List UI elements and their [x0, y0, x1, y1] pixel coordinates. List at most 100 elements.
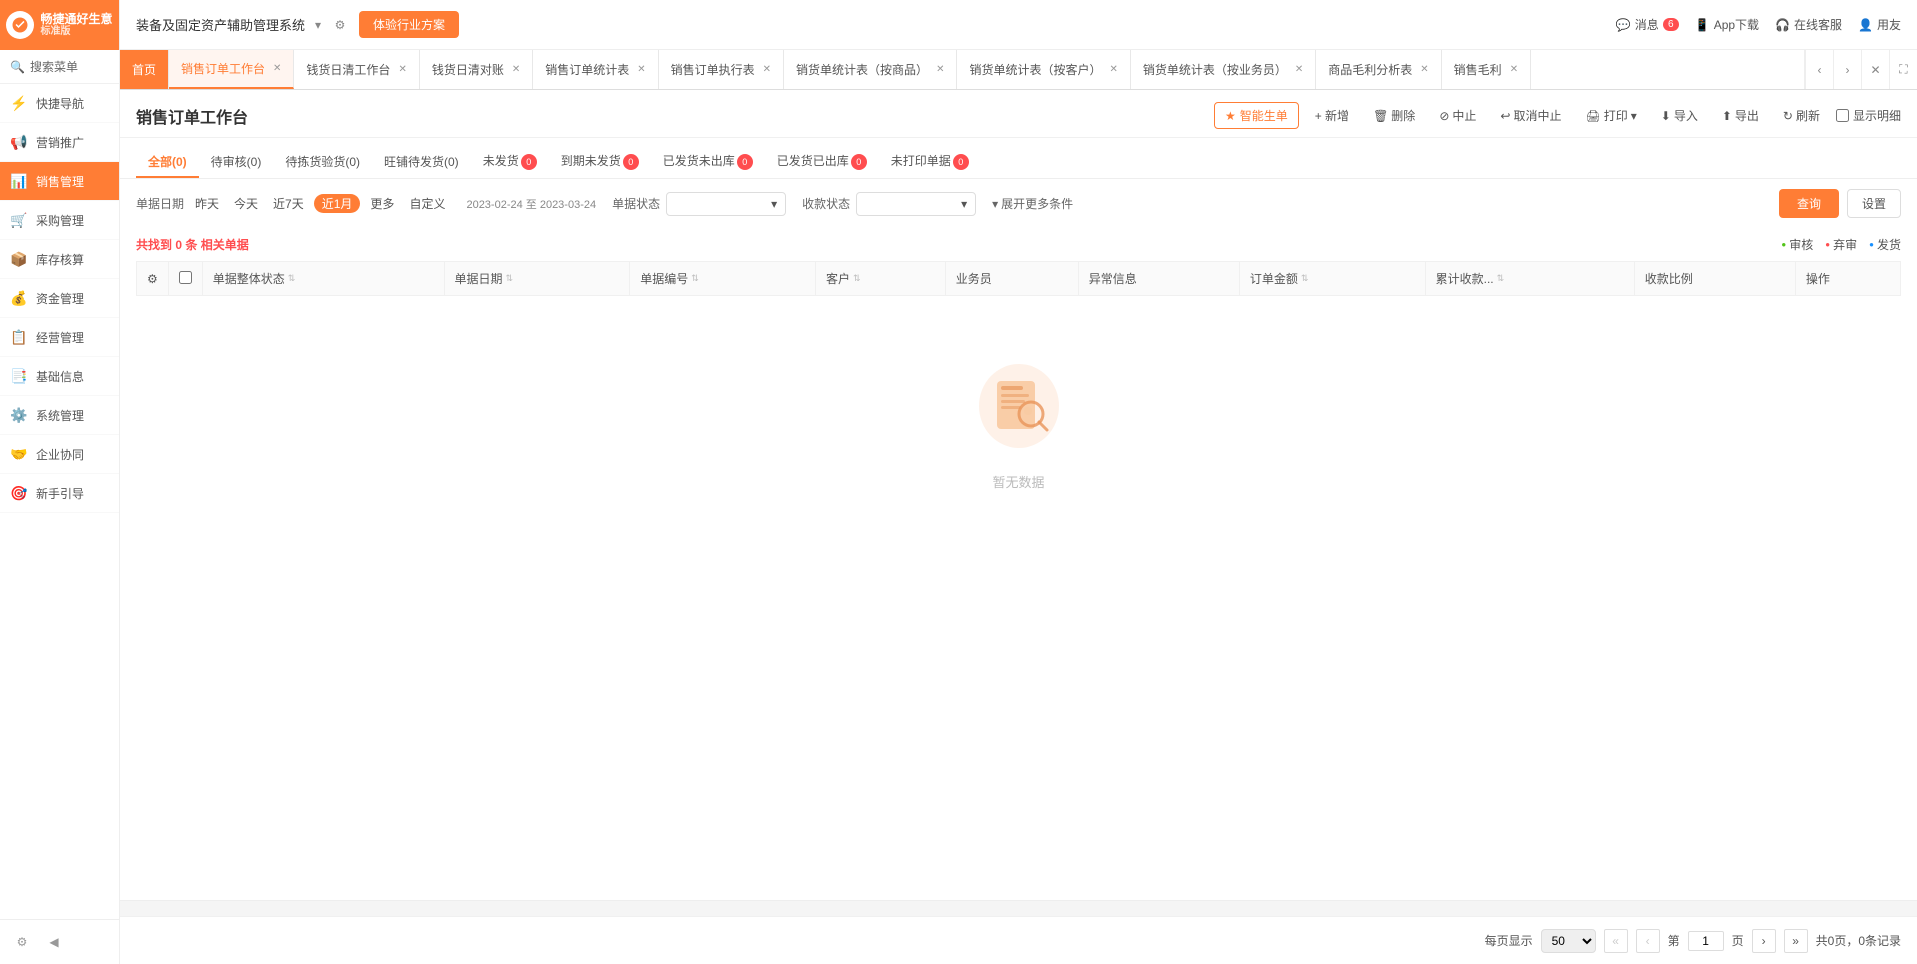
sub-tab-not-printed[interactable]: 未打印单据0 — [879, 146, 981, 178]
sidebar-item-basic-info[interactable]: 📑 基础信息 — [0, 357, 119, 396]
sub-tab-all[interactable]: 全部(0) — [136, 147, 199, 178]
sidebar-item-inventory[interactable]: 📦 库存核算 — [0, 240, 119, 279]
add-button[interactable]: + 新增 — [1307, 103, 1357, 128]
topbar-actions: 💬 消息 6 📱 App下载 🎧 在线客服 👤 用友 — [1616, 16, 1901, 33]
pagination-next-btn[interactable]: › — [1752, 929, 1776, 953]
th-status-sort[interactable]: 单据整体状态 ⇅ — [213, 270, 434, 287]
tab-maximize-btn[interactable]: ⛶ — [1889, 50, 1917, 90]
settings-bottom-icon[interactable]: ⚙ — [10, 930, 34, 954]
delete-button[interactable]: 🗑 删除 — [1365, 103, 1423, 128]
tab-sales-by-customer[interactable]: 销货单统计表（按客户） ✕ — [957, 50, 1130, 89]
pagination-first-btn[interactable]: « — [1604, 929, 1628, 953]
settings-button[interactable]: 设置 — [1847, 189, 1901, 218]
app-download-btn[interactable]: 📱 App下载 — [1695, 16, 1759, 33]
export-button[interactable]: ⬆ 导出 — [1714, 103, 1767, 128]
date-opt-7days[interactable]: 近7天 — [268, 193, 309, 214]
tab-sales-stats[interactable]: 销售订单统计表 ✕ — [533, 50, 658, 89]
select-all-checkbox[interactable] — [179, 271, 192, 284]
date-filter: 单据日期 昨天 今天 近7天 近1月 更多 自定义 — [136, 193, 450, 214]
tab-home[interactable]: 首页 — [120, 50, 169, 89]
smart-create-button[interactable]: ★ 智能生单 — [1214, 102, 1299, 129]
tab-sales-by-staff[interactable]: 销货单统计表（按业务员） ✕ — [1131, 50, 1316, 89]
per-page-select[interactable]: 10 20 50 100 — [1541, 929, 1596, 953]
sidebar-item-system[interactable]: ⚙️ 系统管理 — [0, 396, 119, 435]
sidebar-item-purchase[interactable]: 🛒 采购管理 — [0, 201, 119, 240]
cancel-audit-button[interactable]: 弃审 — [1825, 236, 1857, 253]
sidebar-item-marketing[interactable]: 📢 营销推广 — [0, 123, 119, 162]
status-select[interactable]: ▾ — [666, 192, 786, 216]
topbar-gear-icon[interactable]: ⚙ — [331, 16, 349, 34]
tab-close-sales-by-staff[interactable]: ✕ — [1295, 64, 1303, 75]
tab-sales-gross[interactable]: 销售毛利 ✕ — [1442, 50, 1531, 89]
th-checkbox[interactable] — [168, 262, 202, 296]
sidebar-item-guide[interactable]: 🎯 新手引导 — [0, 474, 119, 513]
tab-cash-reconcile[interactable]: 钱货日清对账 ✕ — [420, 50, 533, 89]
tab-close-cash-daily[interactable]: ✕ — [398, 64, 406, 75]
sub-tab-not-shipped[interactable]: 未发货0 — [471, 146, 549, 178]
tab-close-gross-profit[interactable]: ✕ — [1420, 64, 1428, 75]
sidebar-item-operations[interactable]: 📋 经营管理 — [0, 318, 119, 357]
sub-tab-wangpu[interactable]: 旺铺待发货(0) — [372, 147, 471, 178]
tab-close-sales-exec[interactable]: ✕ — [763, 64, 771, 75]
page-number-input[interactable] — [1688, 931, 1724, 951]
sub-tab-shipped-out[interactable]: 已发货已出库0 — [765, 146, 879, 178]
sub-tab-shipped-not-out[interactable]: 已发货未出库0 — [651, 146, 765, 178]
expand-filter-button[interactable]: ▾ 展开更多条件 — [992, 195, 1073, 212]
tab-close-all-btn[interactable]: ✕ — [1861, 50, 1889, 90]
tab-close-sales-stats[interactable]: ✕ — [637, 64, 645, 75]
audit-batch-button[interactable]: 审核 — [1781, 236, 1813, 253]
date-opt-custom[interactable]: 自定义 — [404, 193, 450, 214]
refresh-button[interactable]: ↻ 刷新 — [1775, 103, 1828, 128]
th-amount-sort[interactable]: 订单金额 ⇅ — [1250, 270, 1415, 287]
tab-close-sales-by-product[interactable]: ✕ — [936, 64, 944, 75]
tab-sales-exec[interactable]: 销售订单执行表 ✕ — [659, 50, 784, 89]
stop-button[interactable]: ⊘ 中止 — [1431, 103, 1484, 128]
pagination-last-btn[interactable]: » — [1784, 929, 1808, 953]
tab-gross-profit[interactable]: 商品毛利分析表 ✕ — [1316, 50, 1441, 89]
print-button[interactable]: 🖨 打印 ▾ — [1577, 103, 1644, 128]
sub-tab-overdue-ship[interactable]: 到期未发货0 — [549, 146, 651, 178]
sidebar-item-sales[interactable]: 📊 销售管理 — [0, 162, 119, 201]
sub-tab-pending-inspect[interactable]: 待拣货验货(0) — [273, 147, 372, 178]
th-exception-label: 异常信息 — [1089, 272, 1137, 286]
tab-sales-by-product[interactable]: 销货单统计表（按商品） ✕ — [784, 50, 957, 89]
tab-close-cash-reconcile[interactable]: ✕ — [512, 64, 520, 75]
show-detail-toggle[interactable]: 显示明细 — [1836, 107, 1901, 124]
sidebar-item-finance[interactable]: 💰 资金管理 — [0, 279, 119, 318]
cancel-stop-button[interactable]: ↩ 取消中止 — [1492, 103, 1569, 128]
search-menu[interactable]: 🔍 搜索菜单 — [0, 50, 119, 84]
online-service-btn[interactable]: 🎧 在线客服 — [1775, 16, 1842, 33]
deliver-button[interactable]: 发货 — [1869, 236, 1901, 253]
topbar-dropdown-arrow[interactable]: ▾ — [315, 18, 321, 32]
sidebar-item-quick-nav[interactable]: ⚡ 快捷导航 — [0, 84, 119, 123]
date-opt-more[interactable]: 更多 — [365, 193, 399, 214]
sidebar-item-collab[interactable]: 🤝 企业协同 — [0, 435, 119, 474]
th-collected-sort[interactable]: 累计收款... ⇅ — [1436, 270, 1624, 287]
th-date-sort[interactable]: 单据日期 ⇅ — [455, 270, 620, 287]
show-detail-checkbox[interactable] — [1836, 109, 1849, 122]
tab-next-btn[interactable]: › — [1833, 50, 1861, 90]
user-menu-btn[interactable]: 👤 用友 — [1858, 16, 1901, 33]
horizontal-scrollbar[interactable] — [120, 900, 1917, 916]
tab-prev-btn[interactable]: ‹ — [1805, 50, 1833, 90]
tab-close-sales-workbench[interactable]: ✕ — [273, 63, 281, 74]
sub-tab-pending-audit[interactable]: 待审核(0) — [199, 147, 274, 178]
message-icon-btn[interactable]: 💬 消息 6 — [1616, 16, 1679, 33]
th-customer-sort[interactable]: 客户 ⇅ — [826, 270, 935, 287]
th-settings[interactable]: ⚙ — [137, 262, 169, 296]
industry-solution-button[interactable]: 体验行业方案 — [359, 11, 459, 38]
tab-cash-daily[interactable]: 钱货日清工作台 ✕ — [294, 50, 419, 89]
receipt-select[interactable]: ▾ — [856, 192, 976, 216]
import-button[interactable]: ⬇ 导入 — [1653, 103, 1706, 128]
collapse-sidebar-icon[interactable]: ◀ — [42, 930, 66, 954]
date-opt-today[interactable]: 今天 — [229, 193, 263, 214]
date-opt-1month[interactable]: 近1月 — [314, 194, 361, 213]
th-ratio-label: 收款比例 — [1645, 272, 1693, 286]
tab-close-sales-gross[interactable]: ✕ — [1510, 64, 1518, 75]
pagination-prev-btn[interactable]: ‹ — [1636, 929, 1660, 953]
tab-close-sales-by-customer[interactable]: ✕ — [1109, 64, 1117, 75]
date-opt-yesterday[interactable]: 昨天 — [190, 193, 224, 214]
query-button[interactable]: 查询 — [1779, 189, 1839, 218]
th-number-sort[interactable]: 单据编号 ⇅ — [640, 270, 805, 287]
tab-sales-workbench[interactable]: 销售订单工作台 ✕ — [169, 50, 294, 89]
